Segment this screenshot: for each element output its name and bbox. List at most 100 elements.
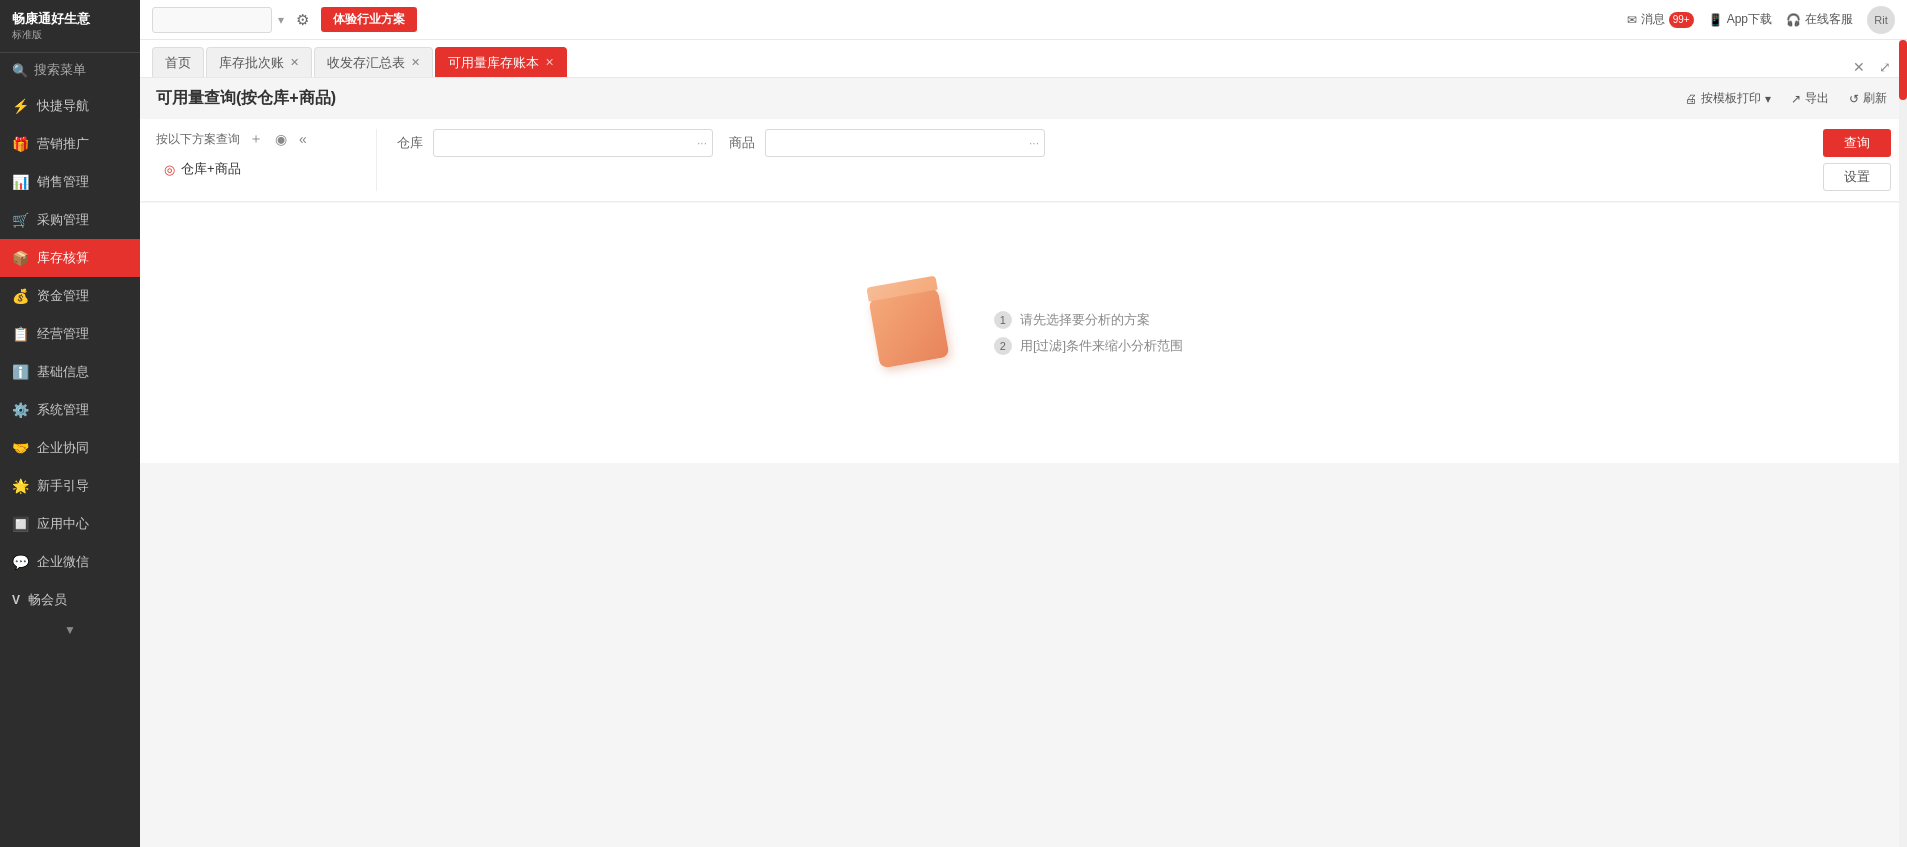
message-icon: ✉	[1627, 13, 1637, 27]
breadcrumb-input[interactable]	[152, 7, 272, 33]
app-name: 畅康通好生意	[12, 10, 128, 28]
scheme-icon: ◎	[164, 162, 175, 177]
sidebar-item-label: 资金管理	[37, 287, 89, 305]
tab-batch-ledger[interactable]: 库存批次账 ✕	[206, 47, 312, 77]
maximize-window-button[interactable]: ⤢	[1875, 57, 1895, 77]
close-window-button[interactable]: ✕	[1849, 57, 1869, 77]
tab-bar: 首页 库存批次账 ✕ 收发存汇总表 ✕ 可用量库存账本 ✕ ✕ ⤢	[140, 40, 1907, 78]
scheme-settings-icon-button[interactable]: ◉	[272, 130, 290, 148]
sidebar-search[interactable]: 🔍 搜索菜单	[0, 53, 140, 87]
sidebar-item-label: 采购管理	[37, 211, 89, 229]
search-icon: 🔍	[12, 63, 28, 78]
tab-label: 库存批次账	[219, 54, 284, 72]
product-more-icon[interactable]: ···	[1029, 136, 1039, 150]
hint-item-1: 1 请先选择要分析的方案	[994, 311, 1183, 329]
refresh-label: 刷新	[1863, 90, 1887, 107]
close-tab-icon[interactable]: ✕	[545, 56, 554, 69]
empty-hints: 1 请先选择要分析的方案 2 用[过滤]条件来缩小分析范围	[994, 311, 1183, 355]
tab-receipt-summary[interactable]: 收发存汇总表 ✕	[314, 47, 433, 77]
product-label: 商品	[729, 134, 759, 152]
sidebar-item-basic-info[interactable]: ℹ️ 基础信息	[0, 353, 140, 391]
close-tab-icon[interactable]: ✕	[290, 56, 299, 69]
top-header: ▾ ⚙ 体验行业方案 ✉ 消息 99+ 📱 App下载 🎧 在线客服 Rit	[140, 0, 1907, 40]
inventory-icon: 📦	[12, 250, 29, 266]
add-scheme-button[interactable]: ＋	[246, 129, 266, 149]
sidebar-scroll-down[interactable]: ▼	[0, 619, 140, 641]
message-item[interactable]: ✉ 消息 99+	[1627, 11, 1694, 28]
sidebar-item-wechat[interactable]: 💬 企业微信	[0, 543, 140, 581]
tab-label: 收发存汇总表	[327, 54, 405, 72]
user-avatar[interactable]: Rit	[1867, 6, 1895, 34]
sidebar-item-finance[interactable]: 💰 资金管理	[0, 277, 140, 315]
box-shape	[868, 287, 949, 368]
export-label: 导出	[1805, 90, 1829, 107]
refresh-button[interactable]: ↺ 刷新	[1845, 88, 1891, 109]
page-title: 可用量查询(按仓库+商品)	[156, 88, 336, 109]
sidebar-item-quick-nav[interactable]: ⚡ 快捷导航	[0, 87, 140, 125]
app-version: 标准版	[12, 28, 128, 42]
filter-area: 按以下方案查询 ＋ ◉ « ◎ 仓库+商品 仓库	[140, 119, 1907, 202]
sidebar-item-inventory[interactable]: 📦 库存核算	[0, 239, 140, 277]
filter-divider	[376, 129, 377, 191]
product-input-wrap: ···	[765, 129, 1045, 157]
scheme-header-label: 按以下方案查询	[156, 131, 240, 148]
close-tab-icon[interactable]: ✕	[411, 56, 420, 69]
sidebar-item-label: 销售管理	[37, 173, 89, 191]
enterprise-icon: 🤝	[12, 440, 29, 456]
gear-button[interactable]: ⚙	[290, 9, 315, 31]
sidebar-item-app-center[interactable]: 🔲 应用中心	[0, 505, 140, 543]
breadcrumb-chevron-icon[interactable]: ▾	[278, 13, 284, 27]
sidebar-item-operations[interactable]: 📋 经营管理	[0, 315, 140, 353]
sidebar-item-enterprise[interactable]: 🤝 企业协同	[0, 429, 140, 467]
online-service-label: 在线客服	[1805, 11, 1853, 28]
filter-settings-button[interactable]: 设置	[1823, 163, 1891, 191]
filter-schemes: 按以下方案查询 ＋ ◉ « ◎ 仓库+商品	[156, 129, 356, 183]
sidebar-item-member[interactable]: V 畅会员	[0, 581, 140, 619]
sidebar-item-marketing[interactable]: 🎁 营销推广	[0, 125, 140, 163]
filter-row: 仓库 ··· 商品 ···	[397, 129, 1795, 157]
sidebar-item-sales[interactable]: 📊 销售管理	[0, 163, 140, 201]
print-label: 按模板打印	[1701, 90, 1761, 107]
sidebar-item-label: 快捷导航	[37, 97, 89, 115]
sidebar-item-label: 经营管理	[37, 325, 89, 343]
breadcrumb-area: ▾ ⚙ 体验行业方案	[152, 7, 1627, 33]
sidebar-item-label: 营销推广	[37, 135, 89, 153]
sidebar-item-system[interactable]: ⚙️ 系统管理	[0, 391, 140, 429]
hint-num-2: 2	[994, 337, 1012, 355]
product-filter-field: 商品 ···	[729, 129, 1045, 157]
scrollbar-thumb[interactable]	[1899, 40, 1907, 100]
hint-num-1: 1	[994, 311, 1012, 329]
quick-nav-icon: ⚡	[12, 98, 29, 114]
printer-icon: 🖨	[1685, 92, 1697, 106]
sidebar-item-purchase[interactable]: 🛒 采购管理	[0, 201, 140, 239]
hint-text-2: 用[过滤]条件来缩小分析范围	[1020, 337, 1183, 355]
sidebar-item-newbie[interactable]: 🌟 新手引导	[0, 467, 140, 505]
online-service-item[interactable]: 🎧 在线客服	[1786, 11, 1853, 28]
hint-item-2: 2 用[过滤]条件来缩小分析范围	[994, 337, 1183, 355]
empty-state: 1 请先选择要分析的方案 2 用[过滤]条件来缩小分析范围	[140, 203, 1907, 463]
filter-fields: 仓库 ··· 商品 ···	[397, 129, 1795, 157]
sidebar: 畅康通好生意 标准版 🔍 搜索菜单 ⚡ 快捷导航 🎁 营销推广 📊 销售管理 🛒…	[0, 0, 140, 847]
page-header: 可用量查询(按仓库+商品) 🖨 按模板打印 ▾ ↗ 导出 ↺ 刷新	[140, 78, 1907, 119]
product-input[interactable]	[765, 129, 1045, 157]
query-button[interactable]: 查询	[1823, 129, 1891, 157]
message-label: 消息	[1641, 11, 1665, 28]
app-center-icon: 🔲	[12, 516, 29, 532]
trial-button[interactable]: 体验行业方案	[321, 7, 417, 32]
wechat-icon: 💬	[12, 554, 29, 570]
app-logo: 畅康通好生意 标准版	[0, 0, 140, 53]
scheme-item-warehouse-product[interactable]: ◎ 仓库+商品	[156, 155, 356, 183]
app-download-item[interactable]: 📱 App下载	[1708, 11, 1772, 28]
basic-info-icon: ℹ️	[12, 364, 29, 380]
app-download-label: App下载	[1727, 11, 1772, 28]
hint-text-1: 请先选择要分析的方案	[1020, 311, 1150, 329]
tab-available-ledger[interactable]: 可用量库存账本 ✕	[435, 47, 567, 77]
warehouse-input[interactable]	[433, 129, 713, 157]
export-button[interactable]: ↗ 导出	[1787, 88, 1833, 109]
headset-icon: 🎧	[1786, 13, 1801, 27]
sidebar-item-label: 企业微信	[37, 553, 89, 571]
collapse-schemes-button[interactable]: «	[296, 130, 310, 148]
print-button[interactable]: 🖨 按模板打印 ▾	[1681, 88, 1775, 109]
tab-home[interactable]: 首页	[152, 47, 204, 77]
warehouse-more-icon[interactable]: ···	[697, 136, 707, 150]
